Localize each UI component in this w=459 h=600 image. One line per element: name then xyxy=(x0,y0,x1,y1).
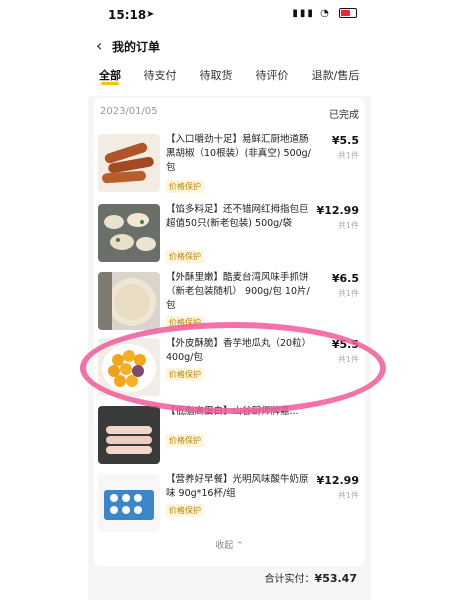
list-item[interactable]: 【外酥里嫩】酷麦台湾风味手抓饼（新老包装随机） 900g/包 10片/包 价格保… xyxy=(94,266,365,332)
signal-icon: ▮▮▮ xyxy=(292,8,315,19)
page-title: 我的订单 xyxy=(112,40,161,54)
order-card[interactable]: 2023/01/05 已完成 【入口嚼劲十足】易鲜汇厨地道肠 黑胡椒（10根装）… xyxy=(94,98,365,566)
product-name: 【外酥里嫩】酷麦台湾风味手抓饼（新老包装随机） 900g/包 10片/包 xyxy=(166,272,310,311)
page-header: ‹ 我的订单 xyxy=(88,30,371,62)
location-arrow-icon: ➤ xyxy=(146,9,155,20)
status-bar: 15:18 ➤ ▮▮▮ ◔ xyxy=(88,0,371,30)
product-qty: 共1件 xyxy=(337,355,359,364)
order-date: 2023/01/05 xyxy=(100,106,158,117)
product-image xyxy=(98,406,160,464)
price-protect-badge: 价格保护 xyxy=(166,504,204,517)
product-price: ¥5.5 xyxy=(331,134,359,147)
list-item[interactable]: 【馅多料足】还不错网红拇指包巨超值50只(新老包装) 500g/袋 价格保护 ¥… xyxy=(94,198,365,264)
order-total: 合计实付：¥53.47 xyxy=(265,570,357,585)
product-price: ¥5.5 xyxy=(331,338,359,351)
price-protect-badge: 价格保护 xyxy=(166,434,204,447)
order-header: 2023/01/05 已完成 xyxy=(100,106,359,124)
product-qty: 共1件 xyxy=(337,221,359,230)
price-protect-badge: 价格保护 xyxy=(166,180,204,193)
product-qty: 共1件 xyxy=(337,491,359,500)
product-qty: 共1件 xyxy=(337,151,359,160)
total-value: ¥53.47 xyxy=(314,572,357,585)
tab-refund-aftersale[interactable]: 退款/售后 xyxy=(300,62,371,96)
chevron-left-icon[interactable]: ‹ xyxy=(96,36,102,55)
tab-pending-review[interactable]: 待评价 xyxy=(244,62,300,96)
product-image xyxy=(98,338,160,396)
product-price: ¥12.99 xyxy=(316,474,359,487)
collapse-button[interactable]: 收起 ⌃ xyxy=(94,538,365,551)
status-time: 15:18 xyxy=(108,8,147,22)
product-price: ¥12.99 xyxy=(316,204,359,217)
tab-pending-payment[interactable]: 待支付 xyxy=(132,62,188,96)
phone-screen: 15:18 ➤ ▮▮▮ ◔ ‹ 我的订单 全部 待支付 待取货 待评价 退款/售… xyxy=(88,0,371,600)
order-status: 已完成 xyxy=(329,110,359,121)
price-protect-badge: 价格保护 xyxy=(166,368,204,381)
total-label: 合计实付： xyxy=(264,574,315,585)
list-item[interactable]: 【营养好早餐】光明风味酸牛奶原味 90g*16杯/组 价格保护 ¥12.99 共… xyxy=(94,468,365,534)
order-tabs: 全部 待支付 待取货 待评价 退款/售后 xyxy=(88,62,371,96)
product-image xyxy=(98,134,160,192)
product-image xyxy=(98,272,160,330)
product-name: 【入口嚼劲十足】易鲜汇厨地道肠 黑胡椒（10根装）(非真空) 500g/包 xyxy=(166,134,311,173)
status-icons: ▮▮▮ ◔ xyxy=(292,8,357,19)
tab-all[interactable]: 全部 xyxy=(88,62,132,96)
product-price: ¥6.5 xyxy=(331,272,359,285)
list-item[interactable]: 【外皮酥脆】香芋地瓜丸（20粒） 400g/包 价格保护 ¥5.5 共1件 xyxy=(94,332,365,398)
product-qty: 共1件 xyxy=(337,289,359,298)
list-item[interactable]: 【入口嚼劲十足】易鲜汇厨地道肠 黑胡椒（10根装）(非真空) 500g/包 价格… xyxy=(94,128,365,194)
list-item[interactable]: 【低脂高蛋白】山谷厨师牌嘉... 价格保护 xyxy=(94,400,365,466)
price-protect-badge: 价格保护 xyxy=(166,250,204,263)
wifi-icon: ◔ xyxy=(320,8,331,19)
tab-pending-pickup[interactable]: 待取货 xyxy=(188,62,244,96)
product-name: 【馅多料足】还不错网红拇指包巨超值50只(新老包装) 500g/袋 xyxy=(166,204,309,229)
product-image xyxy=(98,474,160,532)
product-image xyxy=(98,204,160,262)
battery-icon xyxy=(339,8,357,18)
price-protect-badge: 价格保护 xyxy=(166,316,204,329)
